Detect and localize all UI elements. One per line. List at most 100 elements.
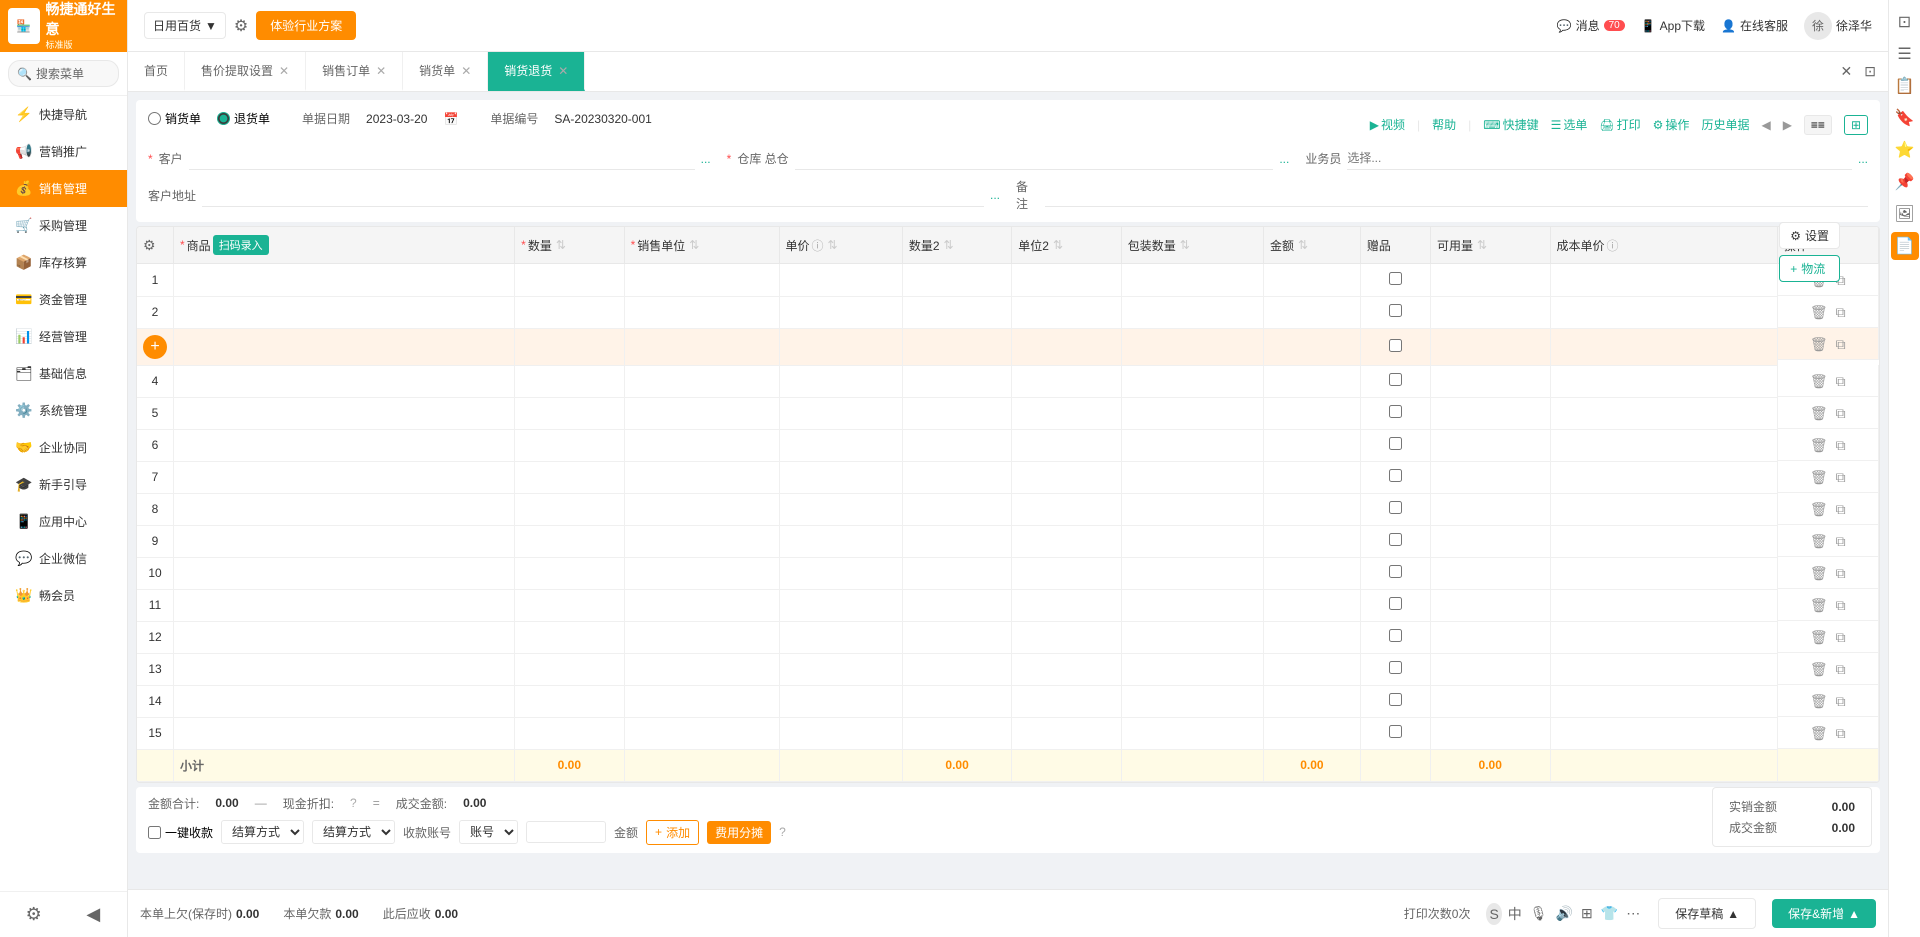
- cell-pkg-10[interactable]: [1121, 557, 1263, 589]
- cell-unit-13[interactable]: [624, 653, 779, 685]
- save-new-dropdown-icon[interactable]: ▲: [1848, 907, 1860, 921]
- cell-qty-7[interactable]: [515, 461, 624, 493]
- fee-split-button[interactable]: 费用分摊: [707, 821, 771, 844]
- calc-method-select[interactable]: 结算方式: [312, 820, 395, 844]
- cell-unit-3[interactable]: [624, 328, 779, 365]
- cell-qty-1[interactable]: [515, 264, 624, 297]
- delete-row-7[interactable]: 🗑: [1808, 467, 1830, 486]
- tab-price-setting[interactable]: 售价提取设置 ✕: [185, 52, 306, 91]
- cell-qty-3[interactable]: [515, 328, 624, 365]
- cell-unit2-3[interactable]: [1012, 328, 1121, 365]
- cell-qty2-1[interactable]: [902, 264, 1011, 297]
- cell-available-4[interactable]: [1430, 365, 1550, 397]
- gift-checkbox-8[interactable]: [1389, 501, 1402, 514]
- cell-unit2-11[interactable]: [1012, 589, 1121, 621]
- sidebar-item-shortcut[interactable]: ⚡ 快捷导航: [0, 96, 127, 133]
- cell-unit-8[interactable]: [624, 493, 779, 525]
- cell-amount-7[interactable]: [1264, 461, 1361, 493]
- copy-row-10[interactable]: ⧉: [1834, 563, 1848, 582]
- copy-row-11[interactable]: ⧉: [1834, 595, 1848, 614]
- cell-unit2-15[interactable]: [1012, 717, 1121, 749]
- cell-unit-4[interactable]: [624, 365, 779, 397]
- cell-unit2-1[interactable]: [1012, 264, 1121, 297]
- sidebar-item-newbie[interactable]: 🎓 新手引导: [0, 466, 127, 503]
- cell-qty-4[interactable]: [515, 365, 624, 397]
- cell-price-2[interactable]: [779, 296, 902, 328]
- tab-close-sales-return[interactable]: ✕: [558, 64, 568, 78]
- sidebar-item-basic[interactable]: 🗂 基础信息: [0, 355, 127, 392]
- account-select[interactable]: 账号: [459, 820, 518, 844]
- cell-available-8[interactable]: [1430, 493, 1550, 525]
- gift-checkbox-6[interactable]: [1389, 437, 1402, 450]
- cell-unit-14[interactable]: [624, 685, 779, 717]
- taskbar-input-icon[interactable]: 中: [1506, 902, 1524, 926]
- cell-gift-10[interactable]: [1360, 557, 1430, 589]
- cell-amount-12[interactable]: [1264, 621, 1361, 653]
- setting-button[interactable]: ⚙ 设置: [1779, 222, 1840, 249]
- cell-unit-9[interactable]: [624, 525, 779, 557]
- cell-price-1[interactable]: [779, 264, 902, 297]
- gift-checkbox-5[interactable]: [1389, 405, 1402, 418]
- price-info-icon[interactable]: ⓘ: [812, 237, 824, 254]
- taskbar-mic-icon[interactable]: 🎙: [1528, 903, 1550, 924]
- cell-qty2-13[interactable]: [902, 653, 1011, 685]
- cell-cost-8[interactable]: [1550, 493, 1777, 525]
- cell-available-11[interactable]: [1430, 589, 1550, 621]
- radio-delivery[interactable]: 销货单: [148, 110, 201, 127]
- cell-pkg-6[interactable]: [1121, 429, 1263, 461]
- right-sidebar-btn-1[interactable]: ⊡: [1891, 8, 1919, 36]
- cell-gift-13[interactable]: [1360, 653, 1430, 685]
- cell-product-6[interactable]: [174, 429, 515, 461]
- cell-cost-7[interactable]: [1550, 461, 1777, 493]
- qty-sort-icon[interactable]: ⇅: [556, 238, 566, 252]
- tab-close-sales-order[interactable]: ✕: [376, 64, 386, 78]
- cell-product-2[interactable]: [174, 296, 515, 328]
- cell-product-4[interactable]: [174, 365, 515, 397]
- cell-gift-3[interactable]: [1360, 328, 1430, 365]
- cell-product-7[interactable]: [174, 461, 515, 493]
- toolbar-video[interactable]: ▶ 视频: [1370, 116, 1405, 133]
- cell-unit-2[interactable]: [624, 296, 779, 328]
- cell-gift-4[interactable]: [1360, 365, 1430, 397]
- cell-price-10[interactable]: [779, 557, 902, 589]
- cell-product-15[interactable]: [174, 717, 515, 749]
- tab-home[interactable]: 首页: [128, 52, 185, 91]
- cell-pkg-9[interactable]: [1121, 525, 1263, 557]
- delete-row-11[interactable]: 🗑: [1808, 595, 1830, 614]
- qty2-sort-icon[interactable]: ⇅: [944, 238, 954, 252]
- toolbar-help[interactable]: 帮助: [1432, 116, 1456, 133]
- sidebar-item-wechat[interactable]: 💬 企业微信: [0, 540, 127, 577]
- cell-unit2-8[interactable]: [1012, 493, 1121, 525]
- cell-amount-10[interactable]: [1264, 557, 1361, 589]
- cell-available-9[interactable]: [1430, 525, 1550, 557]
- sidebar-item-marketing[interactable]: 📢 营销推广: [0, 133, 127, 170]
- cell-pkg-3[interactable]: [1121, 328, 1263, 365]
- payment-method-select[interactable]: 结算方式: [221, 820, 304, 844]
- cell-pkg-5[interactable]: [1121, 397, 1263, 429]
- cell-available-12[interactable]: [1430, 621, 1550, 653]
- cell-cost-3[interactable]: [1550, 328, 1777, 365]
- cell-qty2-10[interactable]: [902, 557, 1011, 589]
- cell-qty-9[interactable]: [515, 525, 624, 557]
- taskbar-more-icon[interactable]: ⋯: [1624, 903, 1642, 924]
- cell-unit2-13[interactable]: [1012, 653, 1121, 685]
- copy-row-13[interactable]: ⧉: [1834, 659, 1848, 678]
- tab-close-price-setting[interactable]: ✕: [279, 64, 289, 78]
- cell-unit2-12[interactable]: [1012, 621, 1121, 653]
- tab-sales-return[interactable]: 销货退货 ✕: [488, 52, 585, 91]
- col-settings-icon[interactable]: ⚙: [143, 237, 156, 253]
- sidebar-item-inventory[interactable]: 📦 库存核算: [0, 244, 127, 281]
- cell-pkg-2[interactable]: [1121, 296, 1263, 328]
- cell-unit-7[interactable]: [624, 461, 779, 493]
- copy-row-12[interactable]: ⧉: [1834, 627, 1848, 646]
- cell-price-11[interactable]: [779, 589, 902, 621]
- cell-unit2-5[interactable]: [1012, 397, 1121, 429]
- tab-close-sales-delivery[interactable]: ✕: [461, 64, 471, 78]
- gift-checkbox-14[interactable]: [1389, 693, 1402, 706]
- cell-amount-1[interactable]: [1264, 264, 1361, 297]
- customer-input[interactable]: [189, 147, 695, 170]
- taskbar-grid-icon[interactable]: ⊞: [1579, 903, 1595, 924]
- gift-checkbox-2[interactable]: [1389, 304, 1402, 317]
- cell-qty-2[interactable]: [515, 296, 624, 328]
- cell-available-6[interactable]: [1430, 429, 1550, 461]
